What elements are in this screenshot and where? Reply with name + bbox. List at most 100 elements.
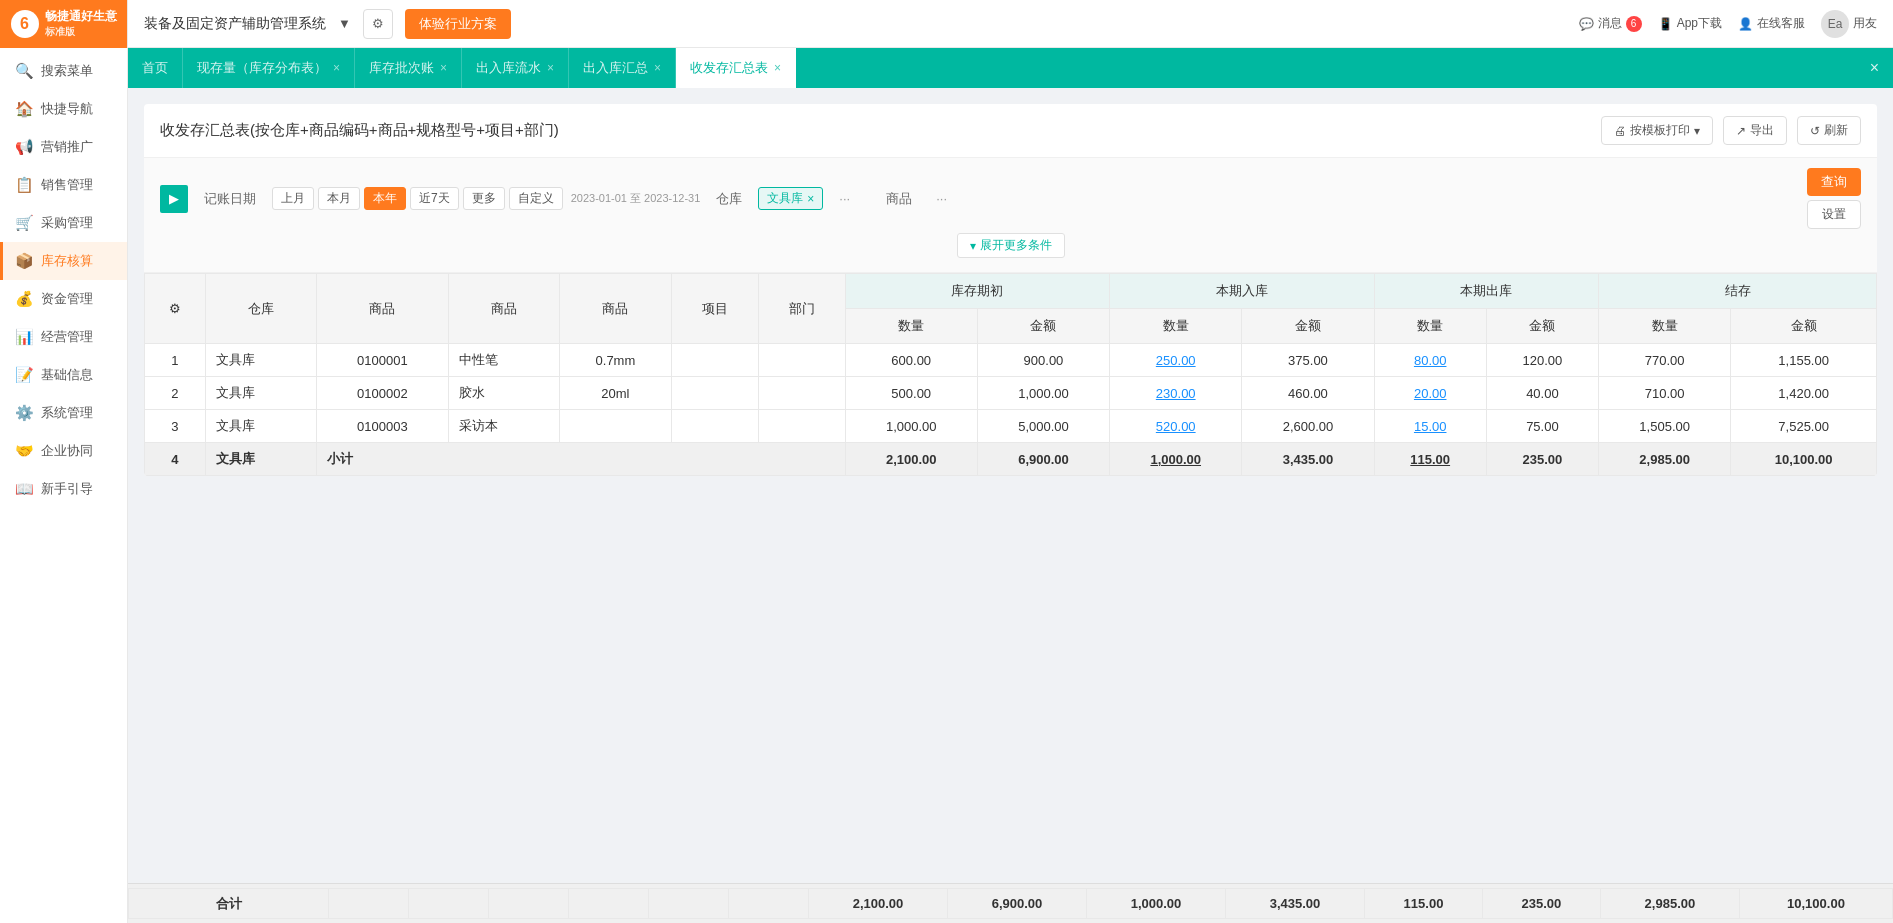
subtotal-in-qty[interactable]: 1,000.00 bbox=[1110, 443, 1242, 476]
sidebar-item-label: 销售管理 bbox=[41, 176, 93, 194]
trial-button[interactable]: 体验行业方案 bbox=[405, 9, 511, 39]
col-group-out: 本期出库 bbox=[1374, 274, 1598, 309]
print-button[interactable]: 🖨 按模板打印 ▾ bbox=[1601, 116, 1713, 145]
sidebar-item-basic-info[interactable]: 📝 基础信息 bbox=[0, 356, 127, 394]
online-service-action[interactable]: 👤 在线客服 bbox=[1738, 15, 1805, 32]
query-button[interactable]: 查询 bbox=[1807, 168, 1861, 196]
sidebar-item-label: 企业协同 bbox=[41, 442, 93, 460]
expand-label: 展开更多条件 bbox=[980, 237, 1052, 254]
settings-button[interactable]: ⚙ bbox=[363, 9, 393, 39]
total-begin-amount: 6,900.00 bbox=[948, 889, 1087, 919]
tab-batch-close[interactable]: × bbox=[440, 61, 447, 75]
subtotal-out-qty[interactable]: 115.00 bbox=[1374, 443, 1486, 476]
date-curr-year[interactable]: 本年 bbox=[364, 187, 406, 210]
tab-stock-dist-close[interactable]: × bbox=[333, 61, 340, 75]
tab-inout-summary[interactable]: 出入库汇总 × bbox=[569, 48, 676, 88]
tab-batch-label: 库存批次账 bbox=[369, 59, 434, 77]
row-goods-spec bbox=[559, 410, 671, 443]
subtotal-out-amount: 235.00 bbox=[1486, 443, 1598, 476]
total-in-amount: 3,435.00 bbox=[1226, 889, 1365, 919]
tab-home-label: 首页 bbox=[142, 59, 168, 77]
date-custom[interactable]: 自定义 bbox=[509, 187, 563, 210]
logo-title: 畅捷通好生意 bbox=[45, 9, 117, 25]
filter-collapse-toggle[interactable]: ▶ bbox=[160, 185, 188, 213]
sidebar-navigation: 🔍 搜索菜单 🏠 快捷导航 📢 营销推广 📋 销售管理 🛒 采购管理 📦 库存核… bbox=[0, 48, 127, 923]
tab-inout-flow[interactable]: 出入库流水 × bbox=[462, 48, 569, 88]
tab-batch[interactable]: 库存批次账 × bbox=[355, 48, 462, 88]
tab-inout-summary-close[interactable]: × bbox=[654, 61, 661, 75]
chevron-down-icon: ▾ bbox=[1694, 124, 1700, 138]
tab-bar-close-all[interactable]: × bbox=[1856, 48, 1893, 88]
goods-more[interactable]: ··· bbox=[936, 191, 947, 206]
user-action[interactable]: Ea 用友 bbox=[1821, 10, 1877, 38]
date-curr-month[interactable]: 本月 bbox=[318, 187, 360, 210]
subtotal-in-amount: 3,435.00 bbox=[1242, 443, 1374, 476]
col-in-amount: 金额 bbox=[1242, 309, 1374, 344]
tab-recv-send-close[interactable]: × bbox=[774, 61, 781, 75]
sidebar-item-label: 库存核算 bbox=[41, 252, 93, 270]
sidebar-item-search[interactable]: 🔍 搜索菜单 bbox=[0, 52, 127, 90]
home-icon: 🏠 bbox=[15, 100, 33, 118]
col-warehouse: 仓库 bbox=[205, 274, 316, 344]
tab-inout-flow-label: 出入库流水 bbox=[476, 59, 541, 77]
row-dept bbox=[758, 410, 845, 443]
row-bal-amount: 1,420.00 bbox=[1731, 377, 1877, 410]
tab-stock-dist[interactable]: 现存量（库存分布表） × bbox=[183, 48, 355, 88]
expand-more-conditions[interactable]: ▾ 展开更多条件 bbox=[957, 233, 1065, 258]
tab-inout-flow-close[interactable]: × bbox=[547, 61, 554, 75]
row-in-qty[interactable]: 520.00 bbox=[1110, 410, 1242, 443]
system-name: 装备及固定资产辅助管理系统 bbox=[144, 15, 326, 33]
row-in-qty[interactable]: 230.00 bbox=[1110, 377, 1242, 410]
sidebar-item-label: 快捷导航 bbox=[41, 100, 93, 118]
warehouse-tag: 文具库 × bbox=[758, 187, 823, 210]
sidebar-item-marketing[interactable]: 📢 营销推广 bbox=[0, 128, 127, 166]
sidebar-item-guide[interactable]: 📖 新手引导 bbox=[0, 470, 127, 508]
system-dropdown[interactable]: ▼ bbox=[338, 16, 351, 31]
row-begin-qty: 600.00 bbox=[845, 344, 977, 377]
row-out-qty[interactable]: 20.00 bbox=[1374, 377, 1486, 410]
date-more[interactable]: 更多 bbox=[463, 187, 505, 210]
export-button[interactable]: ↗ 导出 bbox=[1723, 116, 1787, 145]
date-prev-month[interactable]: 上月 bbox=[272, 187, 314, 210]
subtotal-warehouse: 文具库 bbox=[205, 443, 316, 476]
row-out-qty[interactable]: 80.00 bbox=[1374, 344, 1486, 377]
tab-home[interactable]: 首页 bbox=[128, 48, 183, 88]
tab-recv-send-summary[interactable]: 收发存汇总表 × bbox=[676, 48, 796, 88]
message-action[interactable]: 💬 消息 6 bbox=[1579, 15, 1642, 32]
subtotal-num: 4 bbox=[145, 443, 206, 476]
subtotal-label: 小计 bbox=[316, 443, 845, 476]
warehouse-tag-remove[interactable]: × bbox=[807, 192, 814, 206]
sidebar-item-cooperation[interactable]: 🤝 企业协同 bbox=[0, 432, 127, 470]
table-row: 3 文具库 0100003 采访本 1,000.00 5,000.00 520.… bbox=[145, 410, 1877, 443]
col-begin-amount: 金额 bbox=[977, 309, 1109, 344]
message-icon: 💬 bbox=[1579, 17, 1594, 31]
date-7days[interactable]: 近7天 bbox=[410, 187, 459, 210]
sidebar-item-label: 经营管理 bbox=[41, 328, 93, 346]
row-begin-amount: 5,000.00 bbox=[977, 410, 1109, 443]
sidebar-item-inventory[interactable]: 📦 库存核算 bbox=[0, 242, 127, 280]
sidebar-item-system[interactable]: ⚙️ 系统管理 bbox=[0, 394, 127, 432]
guide-icon: 📖 bbox=[15, 480, 33, 498]
operations-icon: 📊 bbox=[15, 328, 33, 346]
sidebar-item-finance[interactable]: 💰 资金管理 bbox=[0, 280, 127, 318]
warehouse-more[interactable]: ··· bbox=[839, 191, 850, 206]
purchase-icon: 🛒 bbox=[15, 214, 33, 232]
col-settings[interactable]: ⚙ bbox=[145, 274, 206, 344]
col-goods-name: 商品 bbox=[449, 274, 560, 344]
system-icon: ⚙️ bbox=[15, 404, 33, 422]
cooperation-icon: 🤝 bbox=[15, 442, 33, 460]
app-label: App下载 bbox=[1677, 15, 1722, 32]
sidebar-item-quick-nav[interactable]: 🏠 快捷导航 bbox=[0, 90, 127, 128]
row-out-qty[interactable]: 15.00 bbox=[1374, 410, 1486, 443]
refresh-button[interactable]: ↺ 刷新 bbox=[1797, 116, 1861, 145]
logo-icon: 6 bbox=[11, 10, 39, 38]
sidebar-item-sales[interactable]: 📋 销售管理 bbox=[0, 166, 127, 204]
row-goods-code: 0100001 bbox=[316, 344, 448, 377]
table-settings-button[interactable]: 设置 bbox=[1807, 200, 1861, 229]
row-bal-qty: 710.00 bbox=[1599, 377, 1731, 410]
sidebar-item-operations[interactable]: 📊 经营管理 bbox=[0, 318, 127, 356]
sidebar-item-purchase[interactable]: 🛒 采购管理 bbox=[0, 204, 127, 242]
row-in-qty[interactable]: 250.00 bbox=[1110, 344, 1242, 377]
app-download-action[interactable]: 📱 App下载 bbox=[1658, 15, 1722, 32]
export-icon: ↗ bbox=[1736, 124, 1746, 138]
